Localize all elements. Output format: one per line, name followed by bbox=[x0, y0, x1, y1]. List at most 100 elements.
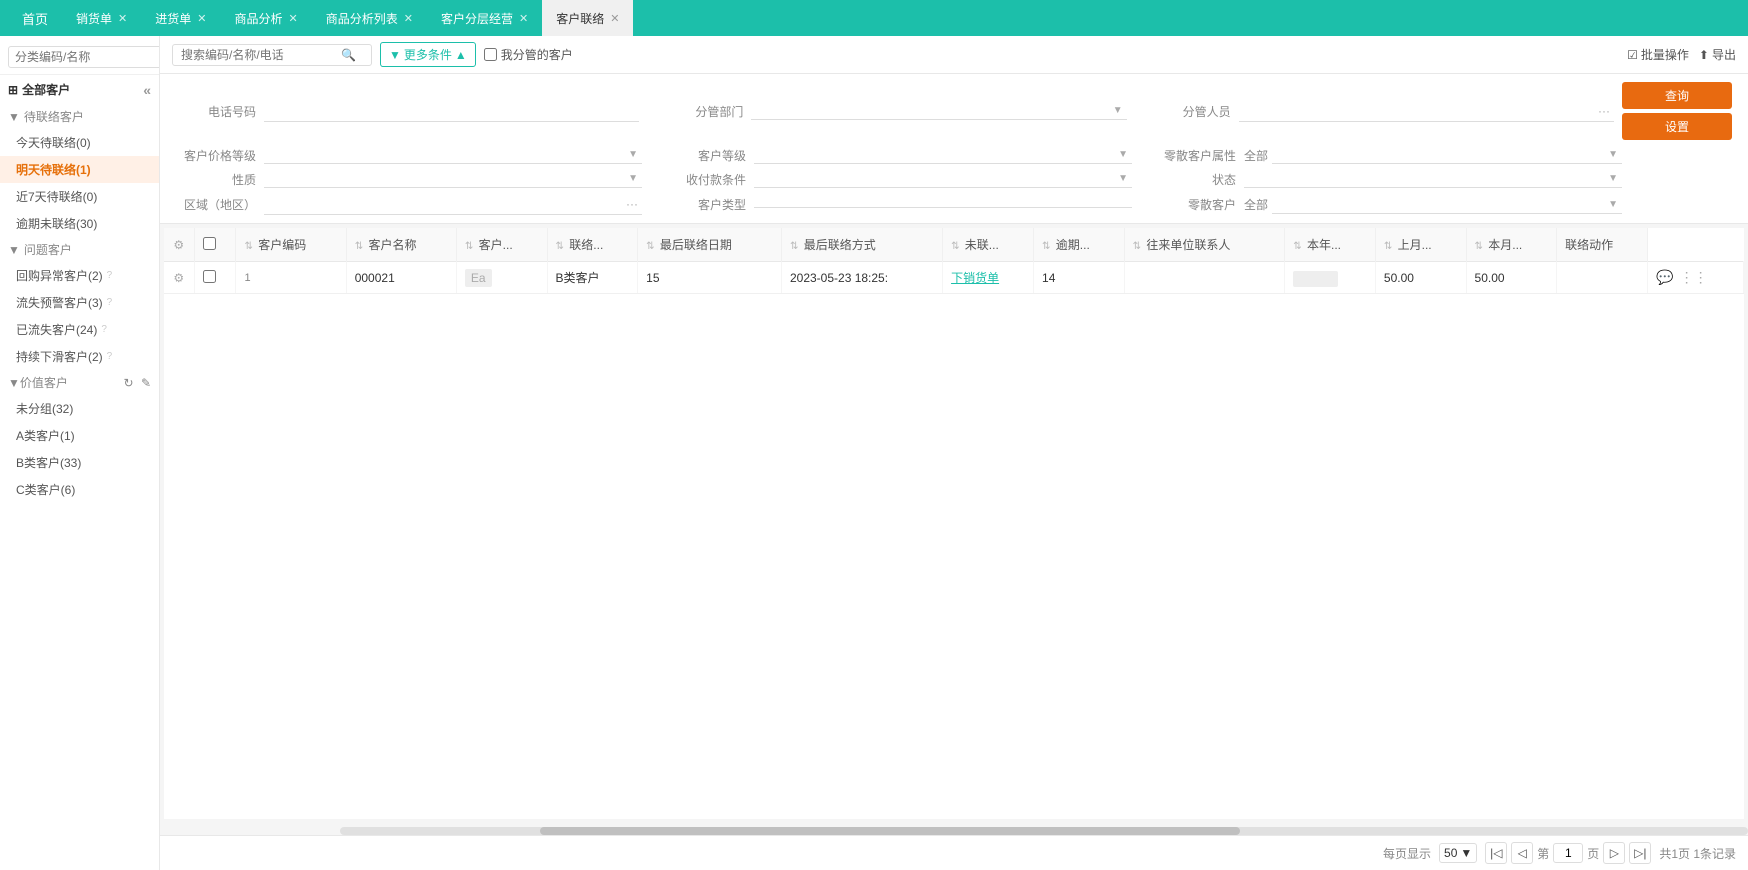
filter-customer-level-select[interactable]: ▼ bbox=[754, 146, 1132, 164]
td-checkbox bbox=[194, 262, 236, 294]
nav-sales-order-close[interactable]: ✕ bbox=[118, 12, 127, 25]
row-checkbox[interactable] bbox=[203, 270, 216, 283]
filter-status-select[interactable]: ▼ bbox=[1244, 170, 1622, 188]
edit-icon[interactable]: ✎ bbox=[141, 376, 151, 390]
search-box: 🔍 bbox=[172, 44, 372, 66]
next-page-btn[interactable]: ▷ bbox=[1603, 842, 1625, 864]
filter-price-level-label: 客户价格等级 bbox=[176, 147, 256, 164]
action-more-icon[interactable]: ⋮⋮ bbox=[1680, 269, 1708, 286]
nav-product-analysis-close[interactable]: ✕ bbox=[289, 12, 298, 25]
sort-icon-no-contact: ⇅ bbox=[951, 241, 959, 252]
batch-op-btn[interactable]: ☑ 批量操作 bbox=[1627, 46, 1689, 63]
gear-settings-icon[interactable]: ⚙ bbox=[173, 238, 184, 252]
filter-phone-cell: 电话号码 bbox=[176, 101, 639, 122]
help-icon-2[interactable]: ? bbox=[107, 297, 113, 308]
th-no-contact[interactable]: ⇅ 未联... bbox=[943, 228, 1034, 262]
last-contact-link[interactable]: 下销货单 bbox=[951, 271, 999, 285]
sidebar-section-value: ▼ 价值客户 ↻ ✎ bbox=[0, 370, 159, 395]
nav-customer-contact-close[interactable]: ✕ bbox=[610, 12, 619, 25]
sidebar-repurchase-abnormal[interactable]: 回购异常客户(2) ? bbox=[0, 262, 159, 289]
sidebar-all-customers[interactable]: ⊞ 全部客户 « bbox=[0, 75, 159, 104]
th-unit-contact[interactable]: ⇅ 往来单位联系人 bbox=[1124, 228, 1285, 262]
settings-button[interactable]: 设置 bbox=[1622, 113, 1732, 140]
nav-customer-layered[interactable]: 客户分层经营 ✕ bbox=[427, 0, 542, 36]
filter-phone-input[interactable] bbox=[264, 101, 639, 122]
search-icon[interactable]: 🔍 bbox=[341, 48, 356, 62]
filter-gender-select[interactable]: ▼ bbox=[264, 170, 642, 188]
last-page-btn[interactable]: ▷| bbox=[1629, 842, 1651, 864]
filter-price-level-cell: 客户价格等级 ▼ bbox=[176, 146, 642, 164]
sidebar-a-customers[interactable]: A类客户(1) bbox=[0, 422, 159, 449]
sidebar-c-customers[interactable]: C类客户(6) bbox=[0, 476, 159, 503]
action-contact-icon[interactable]: 💬 bbox=[1656, 269, 1673, 286]
filter-price-level-select[interactable]: ▼ bbox=[264, 146, 642, 164]
scrollbar-thumb[interactable] bbox=[540, 827, 1240, 835]
filter-payment-select[interactable]: ▼ bbox=[754, 170, 1132, 188]
customers-table: ⚙ ⇅ 客户编码 ⇅ 客户名称 bbox=[164, 228, 1744, 294]
filter-retail-customer-select[interactable]: ▼ bbox=[1272, 196, 1622, 214]
nav-product-analysis-list-close[interactable]: ✕ bbox=[404, 12, 413, 25]
filter-person-label: 分管人员 bbox=[1151, 103, 1231, 120]
my-customers-checkbox-label[interactable]: 我分管的客户 bbox=[484, 46, 573, 63]
th-contact-count[interactable]: ⇅ 联络... bbox=[547, 228, 638, 262]
sidebar-section-problem[interactable]: ▼ 问题客户 bbox=[0, 237, 159, 262]
th-last-month[interactable]: ⇅ 上月... bbox=[1375, 228, 1466, 262]
sidebar: 🔍 ⊞ 全部客户 « ▼ 待联络客户 今天待联络(0) 明天待联络(1) 近7天… bbox=[0, 36, 160, 870]
first-page-btn[interactable]: |◁ bbox=[1485, 842, 1507, 864]
chevron-down-icon-page: ▼ bbox=[1460, 846, 1472, 860]
filter-customer-type-select[interactable] bbox=[754, 201, 1132, 208]
nav-purchase-close[interactable]: ✕ bbox=[197, 12, 206, 25]
refresh-icon[interactable]: ↻ bbox=[124, 376, 134, 390]
help-icon-3[interactable]: ? bbox=[101, 324, 107, 335]
export-btn[interactable]: ⬆ 导出 bbox=[1699, 46, 1736, 63]
filter-more-btn[interactable]: ▼ 更多条件 ▲ bbox=[380, 42, 476, 67]
my-customers-checkbox[interactable] bbox=[484, 48, 497, 61]
filter-panel: 电话号码 分管部门 ▼ 分管人员 ··· bbox=[160, 74, 1748, 224]
nav-customer-layered-close[interactable]: ✕ bbox=[519, 12, 528, 25]
sidebar-7day-contact[interactable]: 近7天待联络(0) bbox=[0, 183, 159, 210]
sidebar-tomorrow-contact[interactable]: 明天待联络(1) bbox=[0, 156, 159, 183]
td-this-year: 50.00 bbox=[1375, 262, 1466, 294]
th-this-month[interactable]: ⇅ 本月... bbox=[1466, 228, 1557, 262]
nav-product-analysis[interactable]: 商品分析 ✕ bbox=[220, 0, 311, 36]
th-last-contact-date[interactable]: ⇅ 最后联络日期 bbox=[638, 228, 782, 262]
th-code[interactable]: ⇅ 客户编码 bbox=[236, 228, 346, 262]
td-last-contact-method[interactable]: 下销货单 bbox=[943, 262, 1034, 294]
nav-product-analysis-list[interactable]: 商品分析列表 ✕ bbox=[312, 0, 427, 36]
th-overdue[interactable]: ⇅ 逾期... bbox=[1034, 228, 1125, 262]
nav-sales-order[interactable]: 销货单 ✕ bbox=[62, 0, 141, 36]
nav-purchase-order[interactable]: 进货单 ✕ bbox=[141, 0, 220, 36]
help-icon-1[interactable]: ? bbox=[107, 270, 113, 281]
per-page-select[interactable]: 50 ▼ bbox=[1439, 843, 1477, 863]
nav-home[interactable]: 首页 bbox=[8, 0, 62, 36]
sidebar-b-customers[interactable]: B类客户(33) bbox=[0, 449, 159, 476]
sidebar-churn-warning[interactable]: 流失预警客户(3) ? bbox=[0, 289, 159, 316]
sidebar-overdue-contact[interactable]: 逾期未联络(30) bbox=[0, 210, 159, 237]
select-all-checkbox[interactable] bbox=[203, 237, 216, 250]
td-name[interactable]: Ea bbox=[456, 262, 547, 294]
sidebar-section-pending[interactable]: ▼ 待联络客户 bbox=[0, 104, 159, 129]
th-name[interactable]: ⇅ 客户名称 bbox=[346, 228, 456, 262]
sidebar-today-contact[interactable]: 今天待联络(0) bbox=[0, 129, 159, 156]
th-last-contact-method[interactable]: ⇅ 最后联络方式 bbox=[781, 228, 942, 262]
collapse-icon[interactable]: « bbox=[143, 82, 151, 98]
filter-region-select[interactable]: ··· bbox=[264, 194, 642, 215]
filter-retail-attr-select[interactable]: ▼ bbox=[1272, 146, 1622, 164]
filter-person-select[interactable]: ··· bbox=[1239, 101, 1614, 122]
chevron-down-icon-retail: ▼ bbox=[1608, 149, 1618, 160]
prev-page-btn[interactable]: ◁ bbox=[1511, 842, 1533, 864]
search-input[interactable] bbox=[181, 48, 341, 62]
td-overdue bbox=[1124, 262, 1285, 294]
th-this-year[interactable]: ⇅ 本年... bbox=[1285, 228, 1376, 262]
filter-dept-select[interactable]: ▼ bbox=[751, 102, 1126, 120]
sidebar-search-input[interactable] bbox=[8, 46, 160, 68]
query-button[interactable]: 查询 bbox=[1622, 82, 1732, 109]
th-type[interactable]: ⇅ 客户... bbox=[456, 228, 547, 262]
nav-customer-contact[interactable]: 客户联络 ✕ bbox=[542, 0, 633, 36]
sidebar-churned[interactable]: 已流失客户(24) ? bbox=[0, 316, 159, 343]
page-number-input[interactable] bbox=[1553, 843, 1583, 863]
sidebar-declining[interactable]: 持续下滑客户(2) ? bbox=[0, 343, 159, 370]
help-icon-4[interactable]: ? bbox=[107, 351, 113, 362]
sidebar-ungrouped[interactable]: 未分组(32) bbox=[0, 395, 159, 422]
horizontal-scrollbar[interactable] bbox=[160, 823, 1748, 835]
